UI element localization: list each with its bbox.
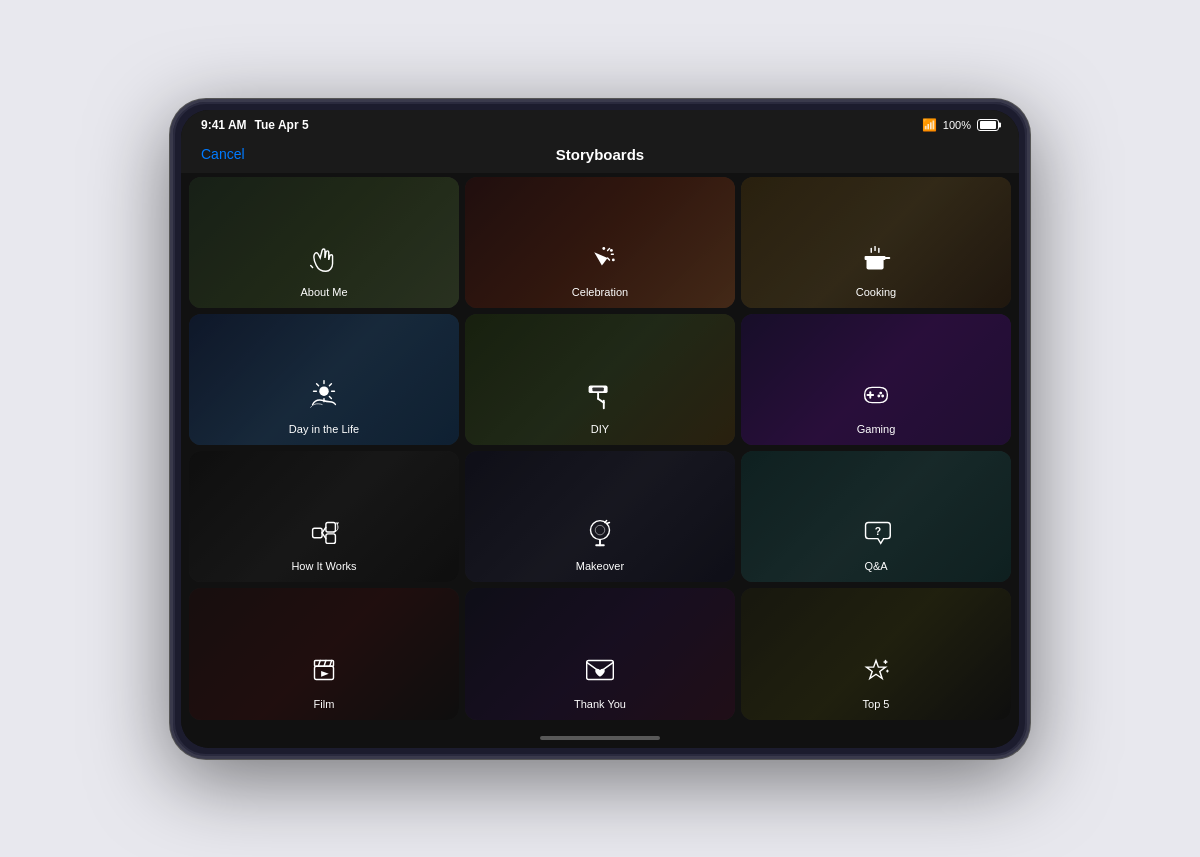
svg-point-30 <box>877 395 880 398</box>
storyboards-grid: About Me Celebration <box>181 173 1019 728</box>
gamepad-icon <box>857 376 895 419</box>
svg-rect-33 <box>326 534 336 544</box>
status-date: Tue Apr 5 <box>255 118 309 132</box>
svg-point-13 <box>319 386 329 396</box>
wifi-icon: 📶 <box>922 118 937 132</box>
svg-line-0 <box>311 265 313 267</box>
svg-line-1 <box>608 248 610 250</box>
svg-line-46 <box>318 660 320 666</box>
grid-item-gaming[interactable]: Gaming <box>741 314 1011 445</box>
workflow-icon <box>305 513 343 556</box>
ipad-device: 9:41 AM Tue Apr 5 📶 100% Cancel Storyboa… <box>170 99 1030 759</box>
svg-rect-31 <box>313 528 323 538</box>
svg-line-42 <box>607 523 610 524</box>
wave-icon <box>305 239 343 282</box>
about-me-label: About Me <box>300 286 347 298</box>
sun-icon <box>305 376 343 419</box>
cooking-label: Cooking <box>856 286 896 298</box>
grid-item-cooking[interactable]: Cooking <box>741 177 1011 308</box>
grid-item-film[interactable]: Film <box>189 588 459 719</box>
star-sparkle-icon <box>857 651 895 694</box>
home-indicator <box>181 728 1019 748</box>
gaming-label: Gaming <box>857 423 896 435</box>
celebration-label: Celebration <box>572 286 628 298</box>
svg-rect-8 <box>865 256 886 260</box>
svg-point-4 <box>602 247 605 250</box>
svg-point-28 <box>879 392 882 395</box>
svg-line-20 <box>329 384 331 386</box>
svg-point-40 <box>595 526 605 536</box>
grid-item-about-me[interactable]: About Me <box>189 177 459 308</box>
mirror-icon <box>581 513 619 556</box>
svg-rect-32 <box>326 523 336 533</box>
grid-item-diy[interactable]: DIY <box>465 314 735 445</box>
grid-item-celebration[interactable]: Celebration <box>465 177 735 308</box>
qa-icon: ? <box>857 513 895 556</box>
svg-point-5 <box>610 249 613 252</box>
svg-marker-49 <box>321 670 329 676</box>
day-in-life-label: Day in the Life <box>289 423 359 435</box>
svg-line-19 <box>329 397 331 399</box>
svg-point-29 <box>881 395 884 398</box>
svg-line-47 <box>324 660 326 666</box>
svg-marker-51 <box>867 660 886 678</box>
nav-title: Storyboards <box>556 146 644 163</box>
cancel-button[interactable]: Cancel <box>201 146 245 162</box>
pot-icon <box>857 239 895 282</box>
battery-text: 100% <box>943 119 971 131</box>
status-right: 📶 100% <box>922 118 999 132</box>
thank-you-label: Thank You <box>574 698 626 710</box>
paint-roller-icon <box>581 376 619 419</box>
svg-line-3 <box>608 258 610 260</box>
grid-item-qa[interactable]: ? Q&A <box>741 451 1011 582</box>
status-time: 9:41 AM <box>201 118 247 132</box>
grid-item-day-in-life[interactable]: Day in the Life <box>189 314 459 445</box>
status-bar: 9:41 AM Tue Apr 5 📶 100% <box>181 110 1019 140</box>
grid-item-thank-you[interactable]: Thank You <box>465 588 735 719</box>
qa-label: Q&A <box>864 560 887 572</box>
party-icon <box>581 239 619 282</box>
battery-icon <box>977 119 999 131</box>
svg-text:?: ? <box>875 526 881 537</box>
top5-label: Top 5 <box>863 698 890 710</box>
grid-item-makeover[interactable]: Makeover <box>465 451 735 582</box>
svg-rect-22 <box>592 387 603 391</box>
svg-line-18 <box>317 384 319 386</box>
how-it-works-label: How It Works <box>291 560 356 572</box>
makeover-label: Makeover <box>576 560 624 572</box>
envelope-heart-icon <box>581 651 619 694</box>
director-icon <box>305 651 343 694</box>
nav-bar: Cancel Storyboards <box>181 140 1019 173</box>
diy-label: DIY <box>591 423 609 435</box>
svg-point-6 <box>612 258 615 261</box>
film-label: Film <box>314 698 335 710</box>
grid-item-top5[interactable]: Top 5 <box>741 588 1011 719</box>
svg-line-48 <box>330 660 332 666</box>
grid-item-how-it-works[interactable]: How It Works <box>189 451 459 582</box>
screen: 9:41 AM Tue Apr 5 📶 100% Cancel Storyboa… <box>181 110 1019 748</box>
home-bar[interactable] <box>540 736 660 740</box>
